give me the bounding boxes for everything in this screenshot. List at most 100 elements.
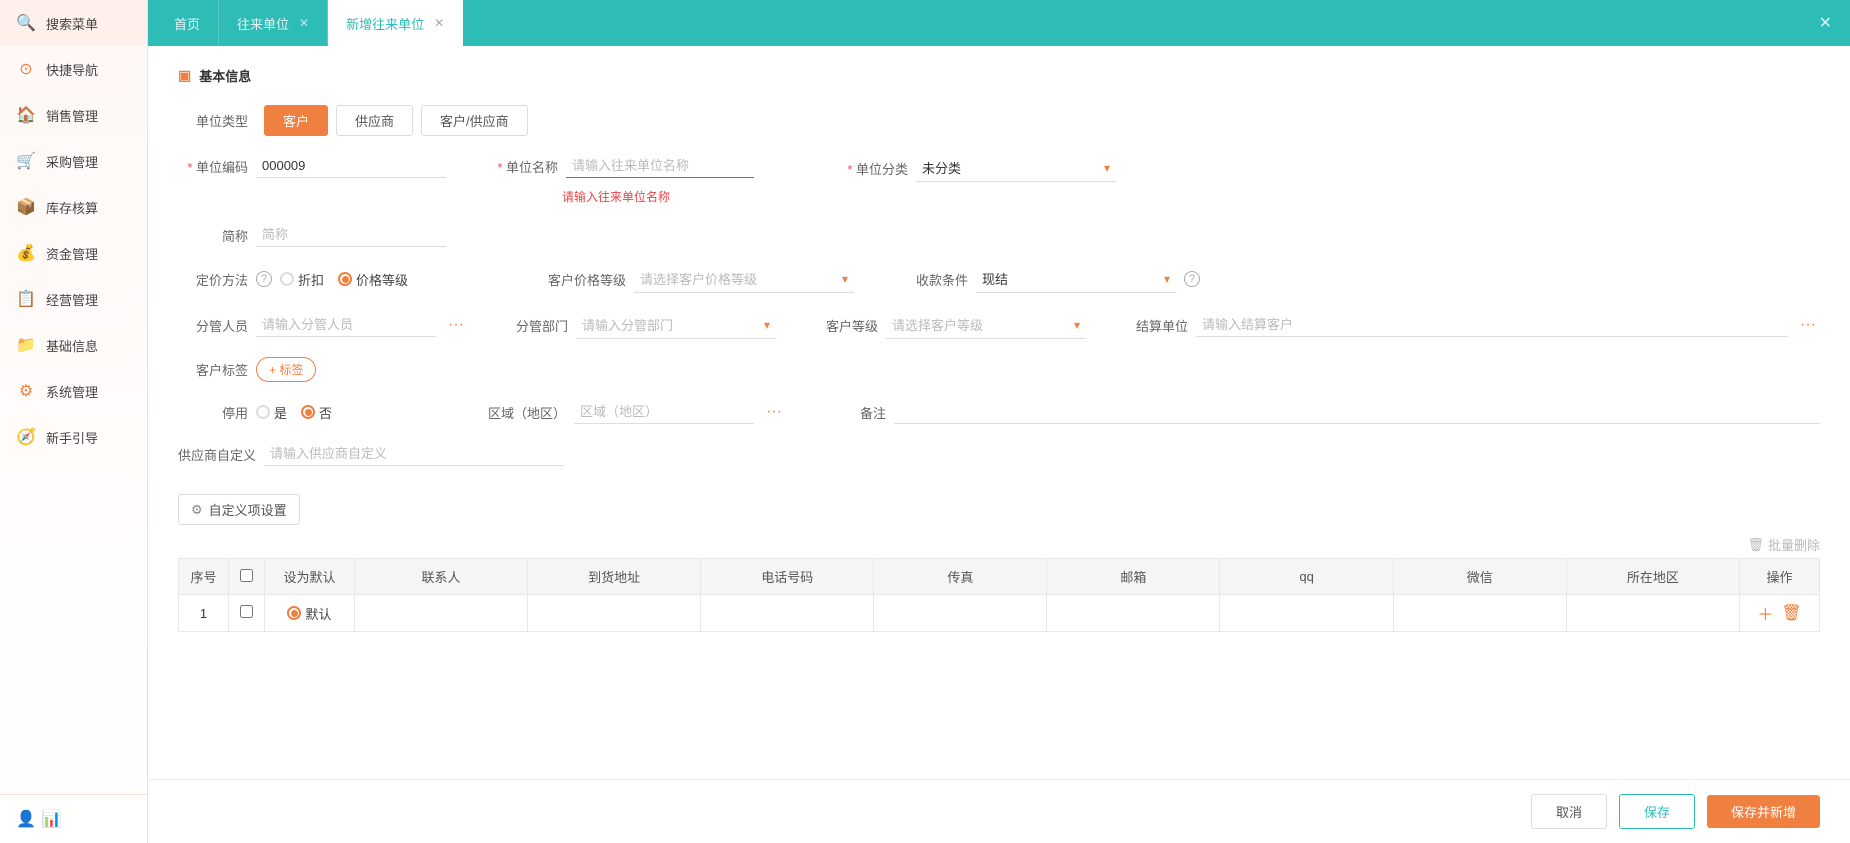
pricing-method-label: 定价方法 <box>178 270 248 289</box>
cell-default[interactable]: 默认 <box>265 595 355 632</box>
add-row-btn[interactable]: ＋ <box>1757 601 1773 625</box>
billing-unit-input[interactable] <box>1196 313 1788 337</box>
row-supplier-custom: 供应商自定义 <box>178 442 1820 466</box>
col-qq: qq <box>1220 559 1393 595</box>
unit-code-label: 单位编码 <box>178 157 248 176</box>
stats-icon[interactable]: 📊 <box>42 809 62 829</box>
unit-code-input[interactable] <box>256 154 446 178</box>
unit-category-select[interactable]: 未分类 ▾ <box>916 154 1116 182</box>
radio-discount[interactable]: 折扣 <box>280 270 324 289</box>
payment-help-icon[interactable]: ? <box>1184 271 1200 287</box>
sidebar-item-search[interactable]: 🔍 搜索菜单 <box>0 0 147 46</box>
radio-no[interactable]: 否 <box>301 403 332 422</box>
sidebar-item-inventory[interactable]: 📦 库存核算 <box>0 184 147 230</box>
close-contacts-tab[interactable]: ✕ <box>299 16 309 30</box>
cell-check[interactable] <box>229 595 265 632</box>
region-input-table[interactable] <box>1575 606 1731 621</box>
pricing-help-icon[interactable]: ? <box>256 271 272 287</box>
select-all-checkbox[interactable] <box>240 569 253 582</box>
cell-email[interactable] <box>1047 595 1220 632</box>
radio-yes[interactable]: 是 <box>256 403 287 422</box>
cell-region[interactable] <box>1566 595 1739 632</box>
delete-icon: 🗑 <box>1747 537 1764 553</box>
supplier-custom-label: 供应商自定义 <box>178 445 256 464</box>
pricing-method-field: 定价方法 ? 折扣 价格等级 <box>178 270 518 289</box>
dept-select[interactable]: 请输入分管部门 ▾ <box>576 311 776 339</box>
tab-contacts[interactable]: 往来单位 ✕ <box>219 0 328 46</box>
payment-terms-select[interactable]: 现结 ▾ <box>976 265 1176 293</box>
tab-bar: 首页 往来单位 ✕ 新增往来单位 ✕ ✕ <box>148 0 1850 46</box>
chevron-down-icon: ▾ <box>1164 272 1170 286</box>
manager-more-btn[interactable]: ··· <box>444 316 468 334</box>
fax-input[interactable] <box>882 606 1038 621</box>
unit-name-error: 请输入往来单位名称 <box>562 188 670 205</box>
tab-new-contact[interactable]: 新增往来单位 ✕ <box>328 0 463 46</box>
radio-no-circle <box>301 405 315 419</box>
sidebar-item-purchase[interactable]: 🛒 采购管理 <box>0 138 147 184</box>
add-tag-button[interactable]: + 标签 <box>256 357 316 382</box>
sidebar-item-label: 资金管理 <box>46 244 98 263</box>
sidebar-item-basic[interactable]: 📁 基础信息 <box>0 322 147 368</box>
customer-level-placeholder: 请选择客户等级 <box>892 315 1074 334</box>
col-check[interactable] <box>229 559 265 595</box>
sidebar-item-finance[interactable]: 💰 资金管理 <box>0 230 147 276</box>
operations-icon: 📋 <box>16 289 36 309</box>
sidebar-footer: 👤 📊 <box>0 794 147 843</box>
cell-phone[interactable] <box>701 595 874 632</box>
disabled-field: 停用 是 否 <box>178 403 458 422</box>
dept-label: 分管部门 <box>498 316 568 335</box>
customer-price-select[interactable]: 请选择客户价格等级 ▾ <box>634 265 854 293</box>
save-button[interactable]: 保存 <box>1619 794 1695 829</box>
unit-name-input[interactable] <box>566 154 754 178</box>
address-input[interactable] <box>536 606 692 621</box>
close-new-contact-tab[interactable]: ✕ <box>434 16 444 30</box>
delete-row-btn[interactable]: 🗑 <box>1781 603 1801 623</box>
region-input[interactable] <box>574 400 754 424</box>
phone-input[interactable] <box>709 606 865 621</box>
newbie-icon: 🧭 <box>16 427 36 447</box>
sidebar-item-label: 系统管理 <box>46 382 98 401</box>
cell-fax[interactable] <box>874 595 1047 632</box>
batch-delete-button[interactable]: 🗑 批量删除 <box>1747 535 1820 554</box>
customer-level-select[interactable]: 请选择客户等级 ▾ <box>886 311 1086 339</box>
email-input[interactable] <box>1055 606 1211 621</box>
table-actions: 🗑 批量删除 <box>178 535 1820 554</box>
unit-name-field: 单位名称 请输入往来单位名称 <box>488 154 808 205</box>
sidebar-item-quicknav[interactable]: ⊙ 快捷导航 <box>0 46 147 92</box>
sidebar-item-system[interactable]: ⚙ 系统管理 <box>0 368 147 414</box>
finance-icon: 💰 <box>16 243 36 263</box>
row-checkbox[interactable] <box>240 605 253 618</box>
custom-settings-button[interactable]: ⚙ 自定义项设置 <box>178 494 300 525</box>
radio-grade[interactable]: 价格等级 <box>338 270 408 289</box>
customer-price-field: 客户价格等级 请选择客户价格等级 ▾ <box>548 265 868 293</box>
unit-btn-customer[interactable]: 客户 <box>264 105 328 136</box>
qq-input[interactable] <box>1228 606 1384 621</box>
short-name-field: 简称 <box>178 223 458 247</box>
cell-wechat[interactable] <box>1393 595 1566 632</box>
region-more-btn[interactable]: ··· <box>762 403 786 421</box>
close-all-tabs-btn[interactable]: ✕ <box>1809 13 1842 33</box>
unit-btn-supplier[interactable]: 供应商 <box>336 105 413 136</box>
billing-unit-label: 结算单位 <box>1118 316 1188 335</box>
cell-contact[interactable] <box>355 595 528 632</box>
sidebar-item-sales[interactable]: 🏠 销售管理 <box>0 92 147 138</box>
wechat-input[interactable] <box>1402 606 1558 621</box>
contact-input[interactable] <box>363 606 519 621</box>
sidebar-item-newbie[interactable]: 🧭 新手引导 <box>0 414 147 460</box>
save-new-button[interactable]: 保存并新增 <box>1707 795 1820 828</box>
manager-input[interactable] <box>256 313 436 337</box>
cancel-button[interactable]: 取消 <box>1531 794 1607 829</box>
cell-qq[interactable] <box>1220 595 1393 632</box>
unit-btn-both[interactable]: 客户/供应商 <box>421 105 528 136</box>
col-fax: 传真 <box>874 559 1047 595</box>
billing-unit-more-btn[interactable]: ··· <box>1796 316 1820 334</box>
short-name-input[interactable] <box>256 223 446 247</box>
sidebar-item-operations[interactable]: 📋 经营管理 <box>0 276 147 322</box>
remark-input[interactable] <box>894 400 1820 424</box>
tab-home[interactable]: 首页 <box>156 0 219 46</box>
col-seq: 序号 <box>179 559 229 595</box>
supplier-custom-input[interactable] <box>264 442 564 466</box>
cell-address[interactable] <box>528 595 701 632</box>
sidebar-item-label: 新手引导 <box>46 428 98 447</box>
user-icon[interactable]: 👤 <box>16 809 36 829</box>
